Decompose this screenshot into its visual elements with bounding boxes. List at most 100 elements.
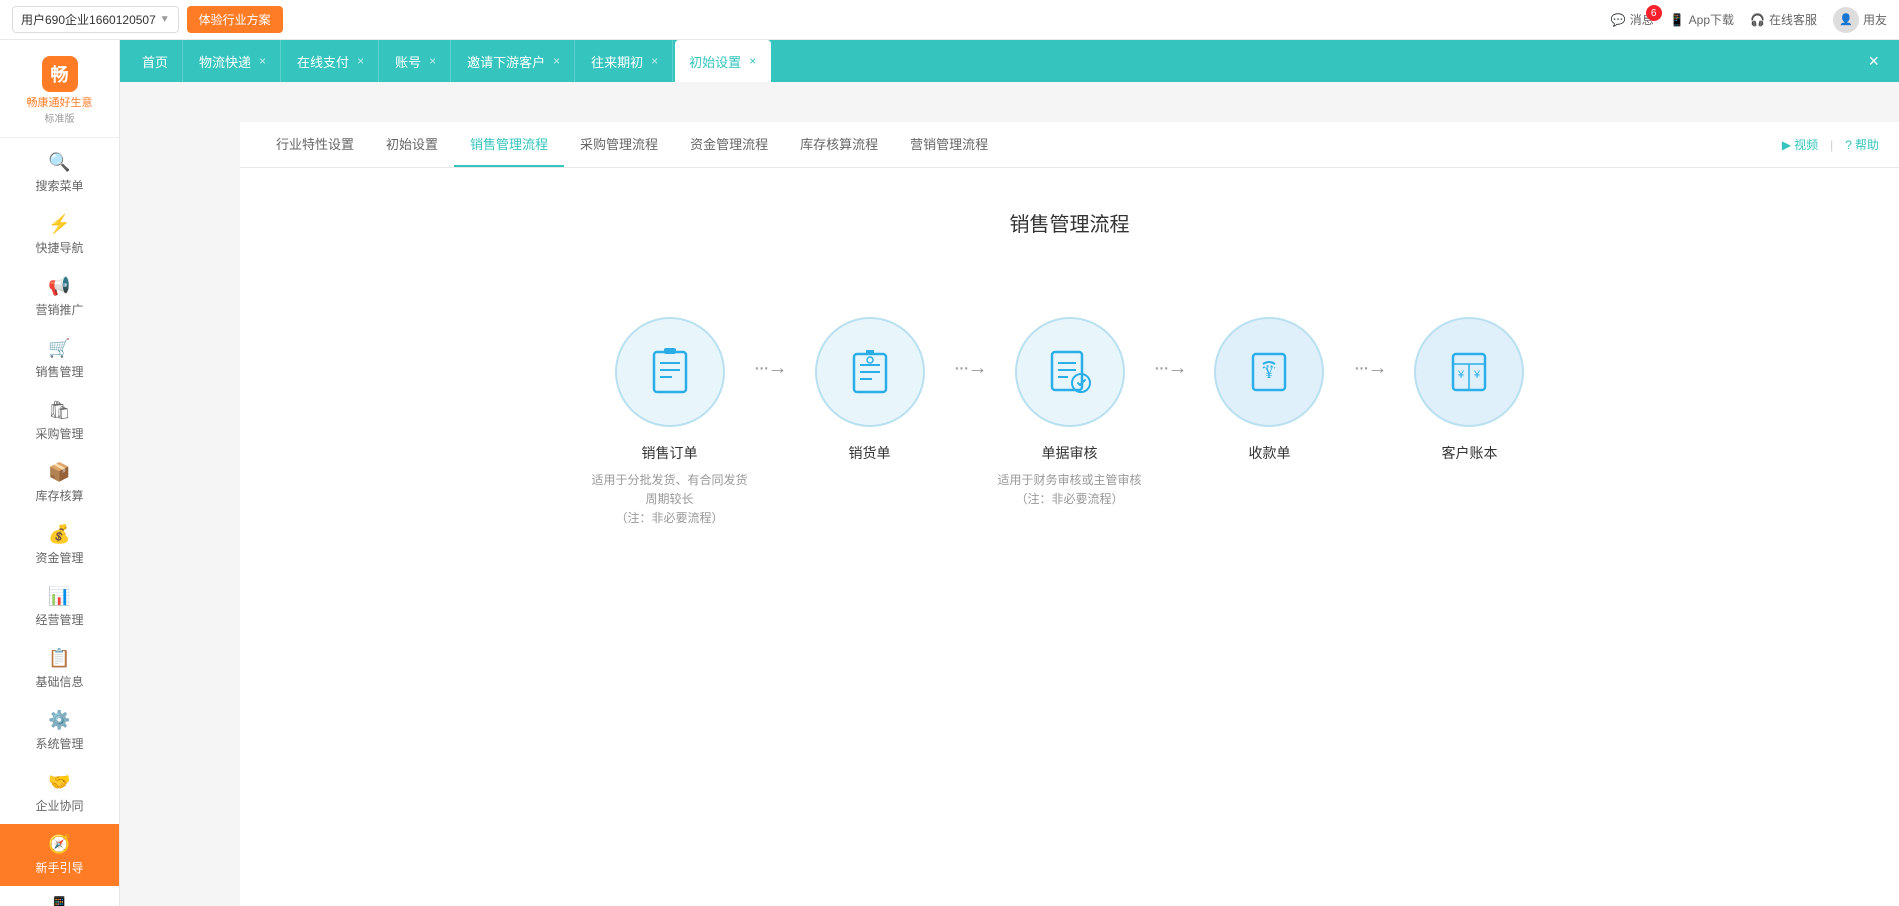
close-icon[interactable]: × bbox=[259, 54, 266, 68]
close-icon[interactable]: × bbox=[429, 54, 436, 68]
finance-icon: 💰 bbox=[48, 524, 70, 545]
sidebar-item-operations-label: 经营管理 bbox=[35, 611, 83, 628]
sub-tab-finance-flow-label: 资金管理流程 bbox=[690, 137, 768, 152]
sidebar-item-cooperation[interactable]: 🤝 企业协同 bbox=[0, 762, 119, 824]
sidebar-item-sales[interactable]: 🛒 销售管理 bbox=[0, 328, 119, 390]
sidebar-item-search[interactable]: 🔍 搜索菜单 bbox=[0, 142, 119, 204]
flow-step-audit[interactable]: 单据审核 适用于财务审核或主管审核（注：非必要流程） bbox=[990, 317, 1150, 509]
nav-tab-payment-label: 在线支付 bbox=[297, 52, 349, 71]
sidebar-item-purchase[interactable]: 🛍 采购管理 bbox=[0, 390, 119, 452]
nav-tab-account[interactable]: 账号 × bbox=[381, 40, 451, 82]
sales-icon: 🛒 bbox=[48, 338, 70, 359]
sub-tab-purchase-flow[interactable]: 采购管理流程 bbox=[564, 122, 674, 167]
flow-circle-ledger: ¥ ¥ bbox=[1414, 317, 1524, 427]
help-label: 帮助 bbox=[1855, 136, 1879, 153]
sidebar-item-inventory[interactable]: 📦 库存核算 bbox=[0, 452, 119, 514]
logo-text: 畅康通好生意 bbox=[27, 96, 93, 110]
help-link[interactable]: ? 帮助 bbox=[1845, 136, 1879, 153]
nav-tab-home-label: 首页 bbox=[142, 52, 168, 71]
nav-tab-logistics[interactable]: 物流快递 × bbox=[185, 40, 281, 82]
nav-tab-init-setup[interactable]: 初始设置 × bbox=[675, 40, 771, 82]
sidebar-item-finance[interactable]: 💰 资金管理 bbox=[0, 514, 119, 576]
sidebar-item-quick-nav-label: 快捷导航 bbox=[35, 239, 83, 256]
logo-area: 畅 畅康通好生意 标准版 bbox=[0, 48, 119, 138]
sidebar-item-app-center[interactable]: 📱 应用中心 bbox=[0, 886, 119, 906]
app-download-label: App下载 bbox=[1689, 11, 1734, 28]
flow-step-receipt-name: 收款单 bbox=[1248, 443, 1290, 463]
sidebar-item-operations[interactable]: 📊 经营管理 bbox=[0, 576, 119, 638]
sidebar-item-guide[interactable]: 🧭 新手引导 bbox=[0, 824, 119, 886]
nav-bar-close-button[interactable]: × bbox=[1856, 51, 1891, 72]
search-icon: 🔍 bbox=[48, 152, 70, 173]
sub-tab-init[interactable]: 初始设置 bbox=[370, 122, 454, 167]
message-icon-item[interactable]: 💬 消息 6 bbox=[1611, 11, 1654, 28]
flow-step-sales-order-name: 销售订单 bbox=[642, 443, 698, 463]
inventory-icon: 📦 bbox=[48, 462, 70, 483]
sub-tab-industry[interactable]: 行业特性设置 bbox=[260, 122, 370, 167]
app-download-item[interactable]: 📱 App下载 bbox=[1670, 11, 1734, 28]
download-icon: 📱 bbox=[1670, 13, 1685, 27]
sub-tabs-left: 行业特性设置 初始设置 销售管理流程 采购管理流程 资金管理流程 库存核算流程 bbox=[260, 122, 1004, 167]
flow-circle-delivery bbox=[815, 317, 925, 427]
top-header: 用户690企业1660120507 ▼ 体验行业方案 💬 消息 6 📱 App下… bbox=[0, 0, 1899, 40]
guide-icon: 🧭 bbox=[48, 834, 70, 855]
close-icon[interactable]: × bbox=[553, 54, 560, 68]
receipt-icon: ¥ bbox=[1243, 346, 1295, 398]
header-left: 用户690企业1660120507 ▼ 体验行业方案 bbox=[12, 6, 283, 33]
video-link[interactable]: ▶ 视频 bbox=[1782, 136, 1818, 153]
sub-tab-sales-flow[interactable]: 销售管理流程 bbox=[454, 122, 564, 167]
sidebar-item-basic-info[interactable]: 📋 基础信息 bbox=[0, 638, 119, 700]
nav-tab-invite[interactable]: 邀请下游客户 × bbox=[453, 40, 575, 82]
flow-step-delivery-name: 销货单 bbox=[849, 443, 891, 463]
sidebar-item-finance-label: 资金管理 bbox=[35, 549, 83, 566]
experience-button[interactable]: 体验行业方案 bbox=[187, 6, 283, 33]
nav-tab-init-setup-label: 初始设置 bbox=[689, 52, 741, 71]
nav-tab-home[interactable]: 首页 bbox=[128, 40, 183, 82]
help-icon: ? bbox=[1845, 138, 1852, 152]
lightning-icon: ⚡ bbox=[48, 214, 70, 235]
basic-info-icon: 📋 bbox=[48, 648, 70, 669]
message-icon: 💬 bbox=[1611, 13, 1626, 27]
sub-tab-inventory-flow[interactable]: 库存核算流程 bbox=[784, 122, 894, 167]
flow-arrow-2: ···→ bbox=[950, 357, 990, 380]
logo-icon: 畅 bbox=[42, 56, 78, 92]
flow-step-ledger[interactable]: ¥ ¥ 客户账本 bbox=[1389, 317, 1549, 471]
svg-text:¥: ¥ bbox=[1265, 365, 1273, 382]
flow-step-sales-order-desc: 适用于分批发货、有合同发货周期较长（注：非必要流程） bbox=[590, 471, 750, 529]
user-selector[interactable]: 用户690企业1660120507 ▼ bbox=[12, 6, 179, 33]
user-menu-item[interactable]: 👤 用友 bbox=[1833, 7, 1887, 33]
headset-icon: 🎧 bbox=[1750, 13, 1765, 27]
close-icon[interactable]: × bbox=[651, 54, 658, 68]
nav-tab-payment[interactable]: 在线支付 × bbox=[283, 40, 379, 82]
sidebar: 畅 畅康通好生意 标准版 🔍 搜索菜单 ⚡ 快捷导航 📢 营销推广 🛒 销售管理… bbox=[0, 40, 120, 906]
main-content: 行业特性设置 初始设置 销售管理流程 采购管理流程 资金管理流程 库存核算流程 bbox=[240, 122, 1899, 906]
avatar: 👤 bbox=[1833, 7, 1859, 33]
nav-tab-period-init[interactable]: 往来期初 × bbox=[577, 40, 673, 82]
flow-step-delivery[interactable]: 销货单 bbox=[790, 317, 950, 471]
sub-tab-sales-flow-label: 销售管理流程 bbox=[470, 137, 548, 152]
flow-step-sales-order[interactable]: 销售订单 适用于分批发货、有合同发货周期较长（注：非必要流程） bbox=[590, 317, 750, 529]
close-icon[interactable]: × bbox=[357, 54, 364, 68]
delivery-icon bbox=[844, 346, 896, 398]
flow-step-receipt[interactable]: ¥ 收款单 bbox=[1189, 317, 1349, 471]
sidebar-item-system[interactable]: ⚙️ 系统管理 bbox=[0, 700, 119, 762]
cooperation-icon: 🤝 bbox=[48, 772, 70, 793]
sidebar-item-purchase-label: 采购管理 bbox=[35, 425, 83, 442]
online-service-item[interactable]: 🎧 在线客服 bbox=[1750, 11, 1817, 28]
video-label: 视频 bbox=[1794, 136, 1818, 153]
nav-tab-account-label: 账号 bbox=[395, 52, 421, 71]
close-icon[interactable]: × bbox=[749, 54, 756, 68]
sidebar-item-cooperation-label: 企业协同 bbox=[35, 797, 83, 814]
sidebar-item-marketing[interactable]: 📢 营销推广 bbox=[0, 266, 119, 328]
sub-tab-marketing-flow-label: 营销管理流程 bbox=[910, 137, 988, 152]
sidebar-item-system-label: 系统管理 bbox=[35, 735, 83, 752]
sidebar-item-quick-nav[interactable]: ⚡ 快捷导航 bbox=[0, 204, 119, 266]
sub-tab-finance-flow[interactable]: 资金管理流程 bbox=[674, 122, 784, 167]
svg-text:¥: ¥ bbox=[1473, 369, 1481, 381]
sub-tab-marketing-flow[interactable]: 营销管理流程 bbox=[894, 122, 1004, 167]
nav-tab-logistics-label: 物流快递 bbox=[199, 52, 251, 71]
flow-circle-receipt: ¥ bbox=[1214, 317, 1324, 427]
order-icon bbox=[644, 346, 696, 398]
sub-tabs-right: ▶ 视频 | ? 帮助 bbox=[1782, 136, 1879, 153]
play-icon: ▶ bbox=[1782, 138, 1791, 152]
